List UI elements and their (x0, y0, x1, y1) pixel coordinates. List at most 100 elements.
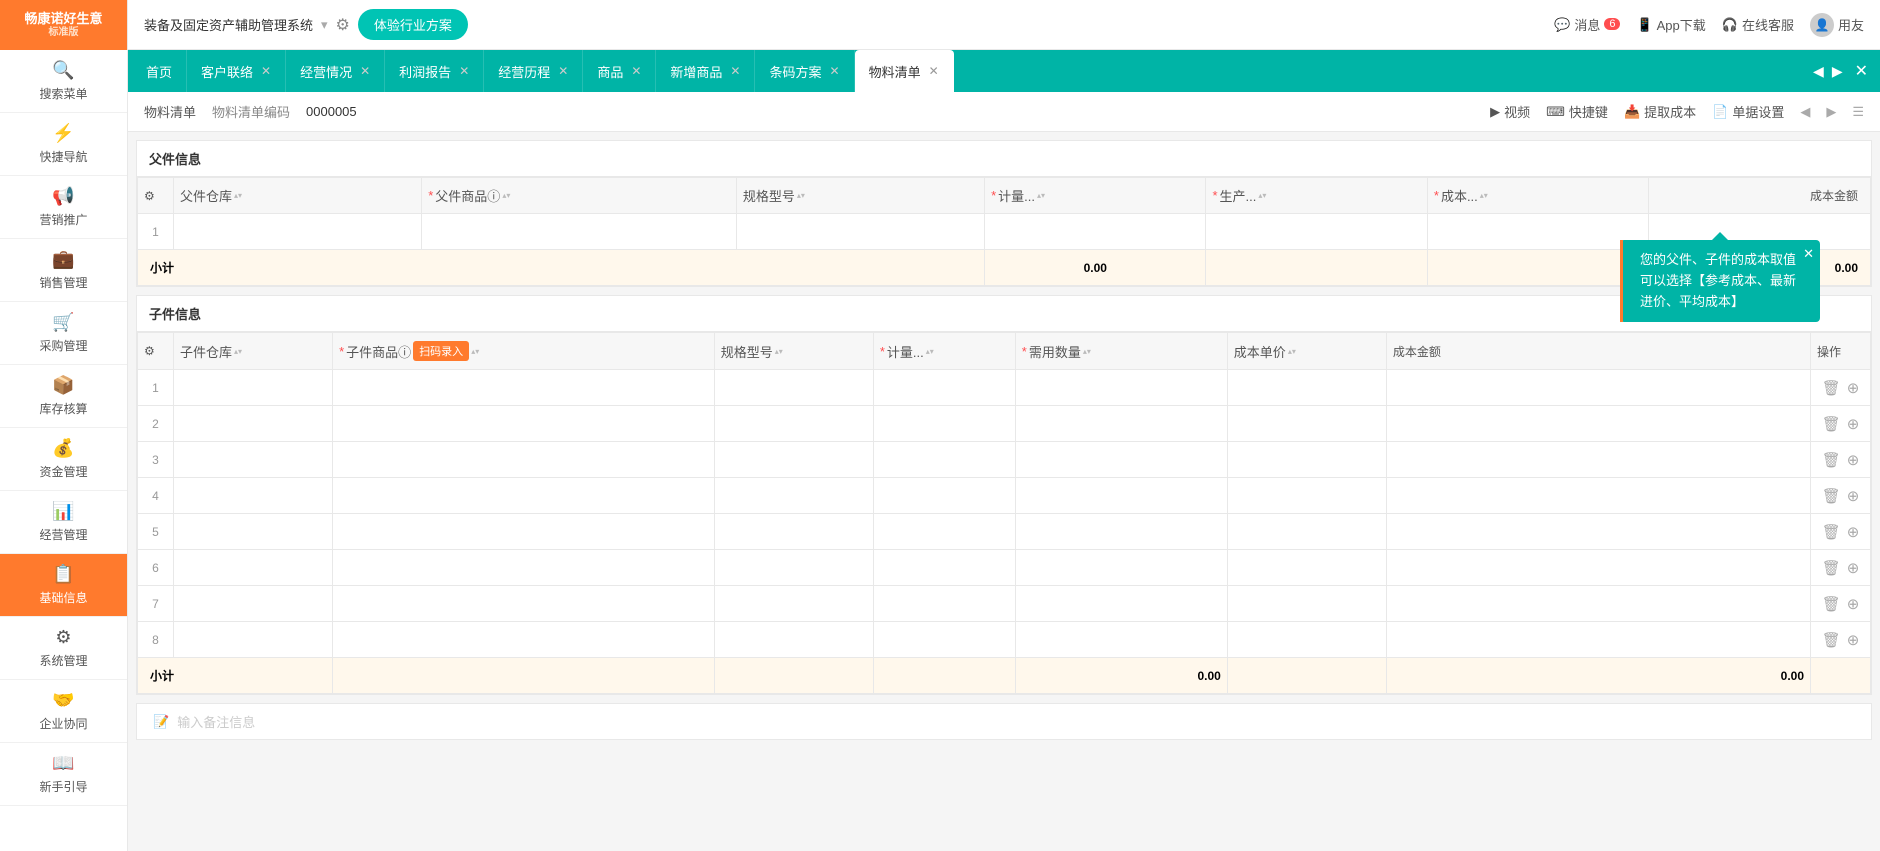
child-unit-price-cell-6[interactable] (1227, 550, 1386, 586)
online-service-item[interactable]: 🎧 在线客服 (1722, 15, 1794, 34)
parent-unit-cell[interactable] (985, 214, 1206, 250)
child-qty-cell-8[interactable] (1015, 622, 1227, 658)
nav-tab-6[interactable]: 新增商品✕ (656, 50, 755, 92)
child-warehouse-cell-7[interactable] (174, 586, 333, 622)
child-spec-cell-3[interactable] (714, 442, 873, 478)
delete-row-btn-6[interactable]: 🗑 (1822, 559, 1841, 577)
delete-row-btn-8[interactable]: 🗑 (1822, 631, 1841, 649)
sidebar-item-operations[interactable]: 📊经营管理 (0, 491, 127, 554)
nav-tab-7[interactable]: 条码方案✕ (755, 50, 854, 92)
nav-left-icon[interactable]: ◀ (1800, 104, 1810, 120)
child-unit-price-cell-5[interactable] (1227, 514, 1386, 550)
child-product-cell-2[interactable] (333, 406, 715, 442)
child-spec-cell-5[interactable] (714, 514, 873, 550)
sidebar-item-marketing[interactable]: 📢营销推广 (0, 176, 127, 239)
child-unit-cell-6[interactable] (873, 550, 1015, 586)
child-warehouse-cell-4[interactable] (174, 478, 333, 514)
child-product-cell-6[interactable] (333, 550, 715, 586)
child-qty-cell-7[interactable] (1015, 586, 1227, 622)
child-product-cell-3[interactable] (333, 442, 715, 478)
sidebar-item-guide[interactable]: 📖新手引导 (0, 743, 127, 806)
child-unit-price-cell-3[interactable] (1227, 442, 1386, 478)
sidebar-item-basic-info[interactable]: 📋基础信息 (0, 554, 127, 617)
sidebar-item-enterprise[interactable]: 🤝企业协同 (0, 680, 127, 743)
parent-col-settings[interactable]: ⚙ (138, 178, 174, 214)
child-spec-cell-4[interactable] (714, 478, 873, 514)
extract-cost-btn[interactable]: 📥 提取成本 (1624, 102, 1696, 121)
menu-icon[interactable]: ☰ (1852, 104, 1864, 120)
child-warehouse-cell-3[interactable] (174, 442, 333, 478)
delete-row-btn-4[interactable]: 🗑 (1822, 487, 1841, 505)
nav-tab-close-8[interactable]: ✕ (929, 64, 939, 78)
message-item[interactable]: 💬 消息 6 (1554, 15, 1620, 34)
copy-row-btn-4[interactable]: ⊕ (1847, 487, 1860, 505)
sidebar-item-purchase[interactable]: 🛒采购管理 (0, 302, 127, 365)
parent-warehouse-cell[interactable] (174, 214, 422, 250)
delete-row-btn-2[interactable]: 🗑 (1822, 415, 1841, 433)
close-all-tabs-button[interactable]: ✕ (1847, 61, 1876, 81)
delete-row-btn-1[interactable]: 🗑 (1822, 379, 1841, 397)
try-industry-button[interactable]: 体验行业方案 (358, 9, 468, 40)
child-spec-cell-7[interactable] (714, 586, 873, 622)
child-spec-cell-6[interactable] (714, 550, 873, 586)
nav-prev-btn[interactable]: ◀ (1809, 63, 1828, 80)
nav-tab-close-1[interactable]: ✕ (261, 64, 271, 78)
user-item[interactable]: 👤 用友 (1810, 13, 1864, 37)
copy-row-btn-5[interactable]: ⊕ (1847, 523, 1860, 541)
child-product-cell-8[interactable] (333, 622, 715, 658)
note-placeholder[interactable]: 输入备注信息 (177, 712, 255, 731)
parent-cost-cell[interactable] (1427, 214, 1648, 250)
child-unit-price-cell-4[interactable] (1227, 478, 1386, 514)
child-unit-cell-4[interactable] (873, 478, 1015, 514)
delete-row-btn-7[interactable]: 🗑 (1822, 595, 1841, 613)
nav-right-icon[interactable]: ▶ (1826, 104, 1836, 120)
copy-row-btn-2[interactable]: ⊕ (1847, 415, 1860, 433)
nav-tab-close-7[interactable]: ✕ (830, 64, 840, 78)
nav-tab-8[interactable]: 物料清单✕ (855, 50, 954, 92)
sidebar-item-sales[interactable]: 💼销售管理 (0, 239, 127, 302)
settings-icon[interactable]: ⚙ (336, 15, 350, 35)
delete-row-btn-5[interactable]: 🗑 (1822, 523, 1841, 541)
nav-tab-close-4[interactable]: ✕ (558, 64, 568, 78)
child-qty-cell-2[interactable] (1015, 406, 1227, 442)
child-qty-cell-4[interactable] (1015, 478, 1227, 514)
nav-next-btn[interactable]: ▶ (1828, 63, 1847, 80)
child-unit-cell-8[interactable] (873, 622, 1015, 658)
child-product-cell-1[interactable] (333, 370, 715, 406)
nav-tab-close-6[interactable]: ✕ (730, 64, 740, 78)
child-spec-cell-2[interactable] (714, 406, 873, 442)
sidebar-item-search[interactable]: 🔍搜索菜单 (0, 50, 127, 113)
child-warehouse-cell-2[interactable] (174, 406, 333, 442)
parent-spec-cell[interactable] (736, 214, 984, 250)
copy-row-btn-7[interactable]: ⊕ (1847, 595, 1860, 613)
child-unit-price-cell-7[interactable] (1227, 586, 1386, 622)
copy-row-btn-6[interactable]: ⊕ (1847, 559, 1860, 577)
child-product-cell-5[interactable] (333, 514, 715, 550)
child-unit-price-cell-2[interactable] (1227, 406, 1386, 442)
sidebar-item-quick-nav[interactable]: ⚡快捷导航 (0, 113, 127, 176)
child-unit-price-cell-1[interactable] (1227, 370, 1386, 406)
nav-tab-2[interactable]: 经营情况✕ (286, 50, 385, 92)
nav-tab-close-3[interactable]: ✕ (459, 64, 469, 78)
child-product-cell-4[interactable] (333, 478, 715, 514)
child-spec-cell-8[interactable] (714, 622, 873, 658)
child-unit-price-cell-8[interactable] (1227, 622, 1386, 658)
child-product-cell-7[interactable] (333, 586, 715, 622)
sidebar-item-finance[interactable]: 💰资金管理 (0, 428, 127, 491)
child-unit-cell-5[interactable] (873, 514, 1015, 550)
nav-tab-3[interactable]: 利润报告✕ (385, 50, 484, 92)
nav-tab-close-5[interactable]: ✕ (631, 64, 641, 78)
parent-product-cell[interactable] (422, 214, 737, 250)
video-btn[interactable]: ▶ 视频 (1490, 102, 1530, 121)
sidebar-item-system[interactable]: ⚙系统管理 (0, 617, 127, 680)
child-qty-cell-3[interactable] (1015, 442, 1227, 478)
parent-production-cell[interactable] (1206, 214, 1427, 250)
child-spec-cell-1[interactable] (714, 370, 873, 406)
child-unit-cell-2[interactable] (873, 406, 1015, 442)
system-dropdown-icon[interactable]: ▾ (321, 17, 328, 33)
child-warehouse-cell-1[interactable] (174, 370, 333, 406)
child-col-settings[interactable]: ⚙ (138, 333, 174, 370)
child-unit-cell-1[interactable] (873, 370, 1015, 406)
single-settings-btn[interactable]: 📄 单据设置 (1712, 102, 1784, 121)
scan-input-button[interactable]: 扫码录入 (413, 341, 469, 361)
